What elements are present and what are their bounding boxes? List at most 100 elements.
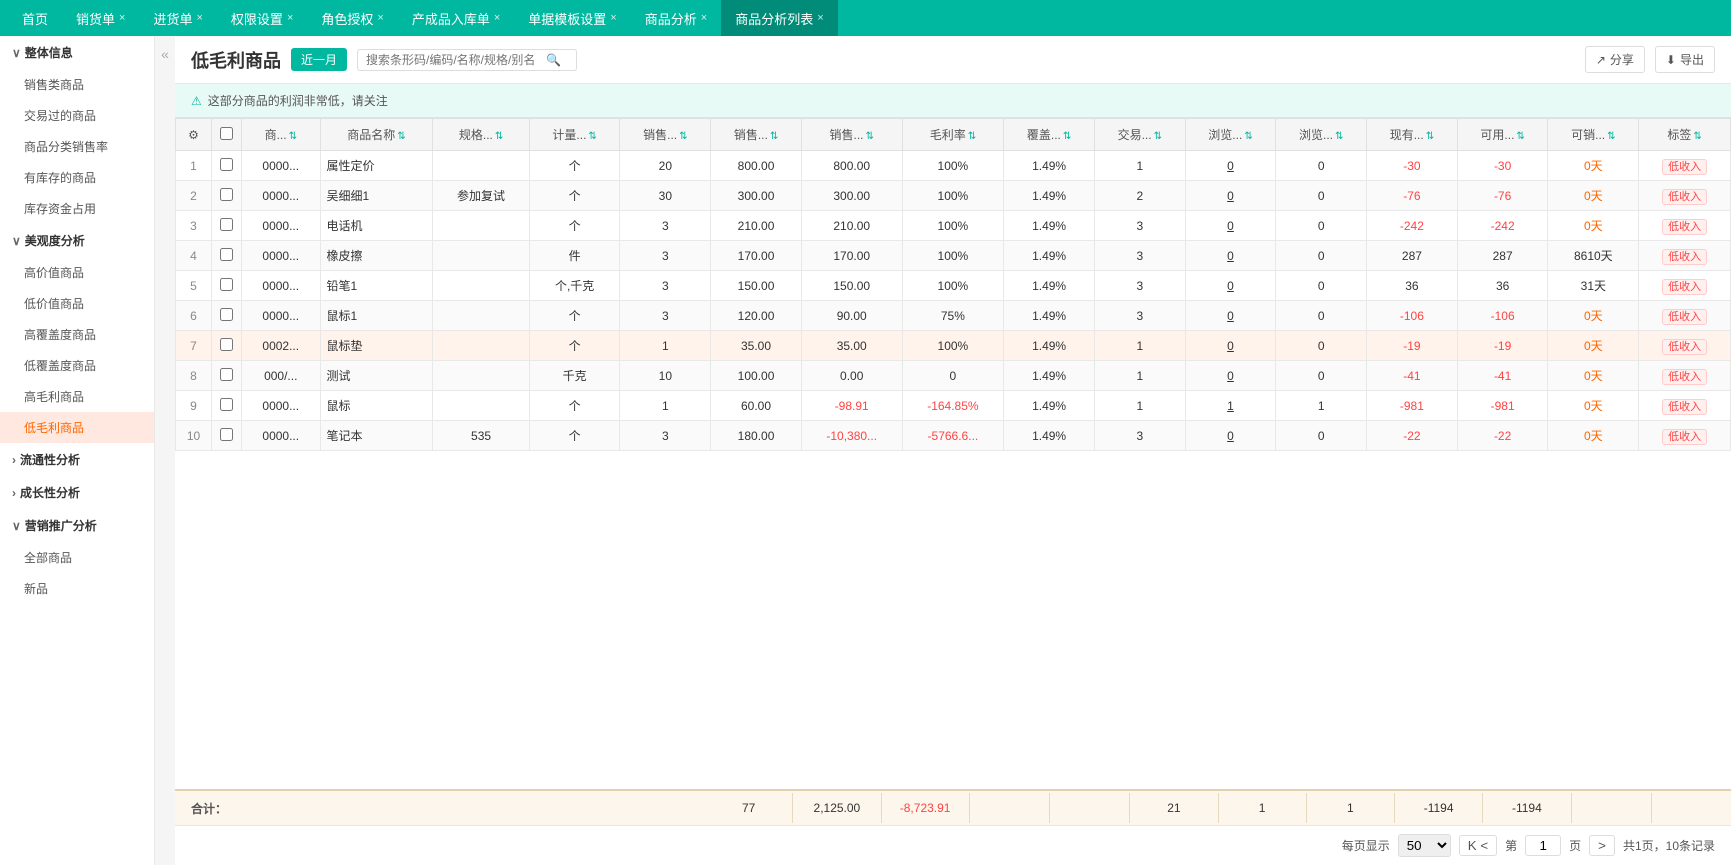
- close-icon[interactable]: ×: [196, 12, 202, 24]
- sidebar-item-低价值商品[interactable]: 低价值商品: [0, 288, 154, 319]
- close-icon[interactable]: ×: [377, 12, 383, 24]
- row-code: 0000...: [242, 421, 321, 451]
- row-name[interactable]: 吴细细1: [320, 181, 433, 211]
- row-browse1[interactable]: 1: [1185, 391, 1276, 421]
- table-row: 3 0000... 电话机 个 3 210.00 210.00 100% 1.4…: [176, 211, 1731, 241]
- close-icon[interactable]: ×: [701, 12, 707, 24]
- row-sale-amount: -98.91: [801, 391, 902, 421]
- sidebar-group-title-流通性分析[interactable]: ›流通性分析: [0, 443, 154, 476]
- row-name[interactable]: 铅笔1: [320, 271, 433, 301]
- nav-item-单据模板设置[interactable]: 单据模板设置 ×: [514, 0, 630, 36]
- row-browse1[interactable]: 0: [1185, 241, 1276, 271]
- row-name[interactable]: 属性定价: [320, 151, 433, 181]
- close-icon[interactable]: ×: [119, 12, 125, 24]
- close-icon[interactable]: ×: [287, 12, 293, 24]
- row-checkbox[interactable]: [220, 398, 233, 411]
- sidebar-item-库存资金占用[interactable]: 库存资金占用: [0, 193, 154, 224]
- row-browse1[interactable]: 0: [1185, 331, 1276, 361]
- row-sale-amount: -10,380...: [801, 421, 902, 451]
- nav-item-角色授权[interactable]: 角色授权 ×: [307, 0, 397, 36]
- tag-badge: 低收入: [1662, 279, 1707, 295]
- row-checkbox[interactable]: [220, 158, 233, 171]
- row-name[interactable]: 测试: [320, 361, 433, 391]
- row-browse1[interactable]: 0: [1185, 271, 1276, 301]
- row-checkbox[interactable]: [220, 308, 233, 321]
- search-icon[interactable]: 🔍: [546, 53, 561, 67]
- row-checkbox[interactable]: [220, 368, 233, 381]
- row-checkbox[interactable]: [220, 218, 233, 231]
- sidebar-item-商品分类销售率[interactable]: 商品分类销售率: [0, 131, 154, 162]
- row-browse1[interactable]: 0: [1185, 361, 1276, 391]
- row-name[interactable]: 橡皮擦: [320, 241, 433, 271]
- sidebar-group-title-整体信息[interactable]: ∨整体信息: [0, 36, 154, 69]
- row-browse1[interactable]: 0: [1185, 421, 1276, 451]
- sidebar-item-高价值商品[interactable]: 高价值商品: [0, 257, 154, 288]
- row-spec: [433, 241, 529, 271]
- row-browse1[interactable]: 0: [1185, 301, 1276, 331]
- col-sale-price: 销售...⇅: [711, 119, 802, 151]
- row-code: 000/...: [242, 361, 321, 391]
- sidebar-item-低毛利商品[interactable]: 低毛利商品: [0, 412, 154, 443]
- sidebar-item-高毛利商品[interactable]: 高毛利商品: [0, 381, 154, 412]
- table-row: 6 0000... 鼠标1 个 3 120.00 90.00 75% 1.49%…: [176, 301, 1731, 331]
- sidebar-item-交易过的商品[interactable]: 交易过的商品: [0, 100, 154, 131]
- row-unit: 个: [529, 211, 620, 241]
- col-settings[interactable]: ⚙: [176, 119, 212, 151]
- sidebar-item-新品[interactable]: 新品: [0, 573, 154, 604]
- row-trade: 1: [1094, 361, 1185, 391]
- search-input[interactable]: [366, 53, 546, 67]
- first-page-button[interactable]: K <: [1459, 835, 1497, 856]
- select-all-checkbox[interactable]: [220, 127, 233, 140]
- close-icon[interactable]: ×: [494, 12, 500, 24]
- sidebar-divider[interactable]: «: [155, 36, 175, 865]
- row-num: 2: [176, 181, 212, 211]
- sidebar-group-title-营销推广分析[interactable]: ∨营销推广分析: [0, 509, 154, 542]
- nav-item-进货单[interactable]: 进货单 ×: [139, 0, 216, 36]
- row-checkbox[interactable]: [220, 248, 233, 261]
- sidebar-item-全部商品[interactable]: 全部商品: [0, 542, 154, 573]
- row-name[interactable]: 鼠标1: [320, 301, 433, 331]
- close-icon[interactable]: ×: [817, 12, 823, 24]
- row-name[interactable]: 鼠标: [320, 391, 433, 421]
- col-unit: 计量...⇅: [529, 119, 620, 151]
- row-name[interactable]: 鼠标垫: [320, 331, 433, 361]
- export-button[interactable]: ⬇ 导出: [1655, 46, 1715, 73]
- row-checkbox[interactable]: [220, 428, 233, 441]
- close-icon[interactable]: ×: [610, 12, 616, 24]
- sidebar-group-title-美观度分析[interactable]: ∨美观度分析: [0, 224, 154, 257]
- nav-item-权限设置[interactable]: 权限设置 ×: [217, 0, 307, 36]
- row-checkbox[interactable]: [220, 278, 233, 291]
- page-size-select[interactable]: 50 100 200: [1398, 834, 1451, 857]
- row-sellable: 0天: [1548, 391, 1639, 421]
- row-tag: 低收入: [1639, 241, 1731, 271]
- row-browse1[interactable]: 0: [1185, 151, 1276, 181]
- nav-item-销货单[interactable]: 销货单 ×: [62, 0, 139, 36]
- row-tag: 低收入: [1639, 361, 1731, 391]
- nav-item-商品分析列表[interactable]: 商品分析列表 ×: [721, 0, 837, 36]
- sidebar-item-低覆盖度商品[interactable]: 低覆盖度商品: [0, 350, 154, 381]
- row-browse2: 0: [1276, 361, 1367, 391]
- nav-item-产成品入库单[interactable]: 产成品入库单 ×: [398, 0, 514, 36]
- row-browse1[interactable]: 0: [1185, 181, 1276, 211]
- row-unit: 个,千克: [529, 271, 620, 301]
- collapse-arrow-icon[interactable]: «: [161, 46, 169, 62]
- page-input[interactable]: [1525, 835, 1561, 856]
- sidebar-item-有库存的商品[interactable]: 有库存的商品: [0, 162, 154, 193]
- row-name[interactable]: 笔记本: [320, 421, 433, 451]
- filter-button[interactable]: 近一月: [291, 48, 347, 71]
- settings-icon[interactable]: ⚙: [188, 128, 199, 142]
- sidebar: ∨整体信息销售类商品交易过的商品商品分类销售率有库存的商品库存资金占用∨美观度分…: [0, 36, 155, 865]
- sidebar-group-title-成长性分析[interactable]: ›成长性分析: [0, 476, 154, 509]
- row-current-stock: -76: [1367, 181, 1458, 211]
- row-checkbox[interactable]: [220, 338, 233, 351]
- nav-item-商品分析[interactable]: 商品分析 ×: [631, 0, 721, 36]
- share-button[interactable]: ↗ 分享: [1585, 46, 1645, 73]
- nav-item-首页[interactable]: 首页: [8, 0, 62, 36]
- row-name[interactable]: 电话机: [320, 211, 433, 241]
- row-checkbox[interactable]: [220, 188, 233, 201]
- row-available: -41: [1457, 361, 1548, 391]
- sidebar-item-销售类商品[interactable]: 销售类商品: [0, 69, 154, 100]
- row-browse1[interactable]: 0: [1185, 211, 1276, 241]
- sidebar-item-高覆盖度商品[interactable]: 高覆盖度商品: [0, 319, 154, 350]
- next-page-button[interactable]: >: [1589, 835, 1615, 856]
